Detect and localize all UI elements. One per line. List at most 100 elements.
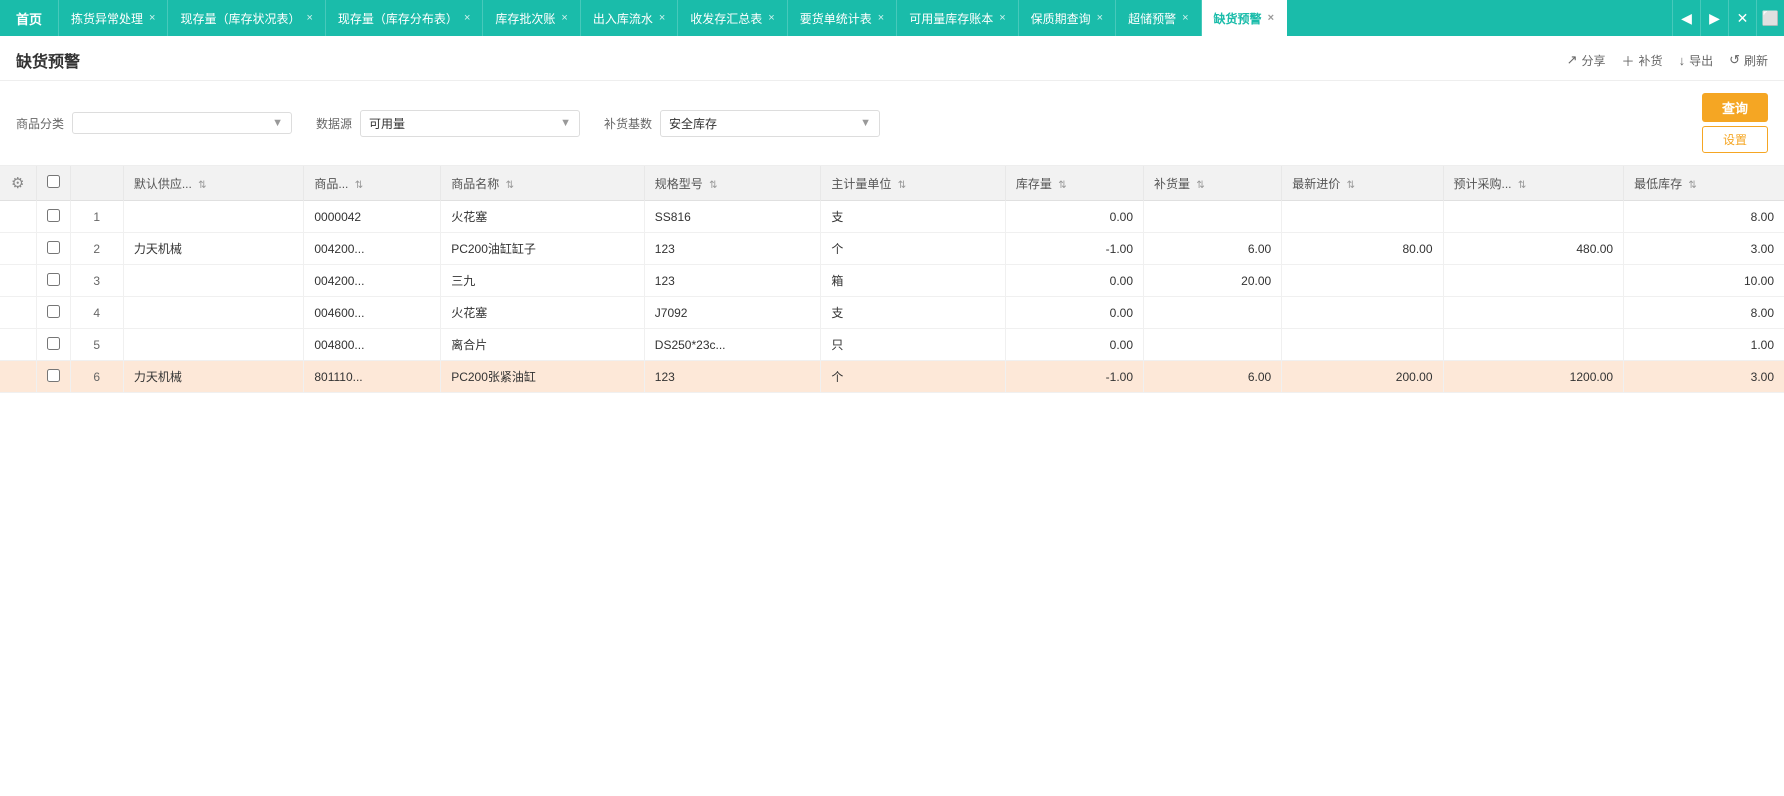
row-supplier-0 <box>123 201 304 233</box>
th-min-stock-label: 最低库存 <box>1634 177 1682 191</box>
replenish-base-select-value: 安全库存 <box>669 115 717 132</box>
settings-button[interactable]: 设置 <box>1702 126 1768 153</box>
row-supplier-5: 力天机械 <box>123 361 304 393</box>
est-purchase-sort-icon[interactable]: ⇅ <box>1518 180 1526 191</box>
row-name-5: PC200张紧油缸 <box>441 361 645 393</box>
row-checkbox-2[interactable] <box>47 273 60 286</box>
nav-tab-close-5[interactable]: × <box>768 12 774 24</box>
page-header: 缺货预警 ↗ 分享 ＋ 补货 ↓ 导出 ↺ 刷新 <box>0 36 1784 81</box>
nav-tab-label-9: 超储预警 <box>1128 10 1176 27</box>
replenish-base-select[interactable]: 安全库存 ▼ <box>660 110 880 137</box>
page-title: 缺货预警 <box>16 48 80 72</box>
row-latest-price-3 <box>1282 297 1443 329</box>
row-latest-price-5: 200.00 <box>1282 361 1443 393</box>
row-checkbox-5[interactable] <box>47 369 60 382</box>
row-supplier-1: 力天机械 <box>123 233 304 265</box>
min-stock-sort-icon[interactable]: ⇅ <box>1688 180 1696 191</box>
row-settings-cell <box>0 201 36 233</box>
nav-tab-5[interactable]: 收发存汇总表 × <box>678 0 787 36</box>
nav-next-button[interactable]: ▶ <box>1700 0 1728 36</box>
nav-tab-close-9[interactable]: × <box>1182 12 1188 24</box>
row-min-stock-3: 8.00 <box>1624 297 1784 329</box>
nav-tab-2[interactable]: 现存量（库存分布表） × <box>326 0 483 36</box>
replenish-base-label: 补货基数 <box>604 115 652 132</box>
nav-tab-close-7[interactable]: × <box>999 12 1005 24</box>
row-unit-1: 个 <box>821 233 1005 265</box>
row-stock-4: 0.00 <box>1005 329 1143 361</box>
nav-tab-7[interactable]: 可用量库存账本 × <box>897 0 1018 36</box>
select-all-checkbox[interactable] <box>47 175 60 188</box>
th-name-label: 商品名称 <box>451 177 499 191</box>
supplier-sort-icon[interactable]: ⇅ <box>198 180 206 191</box>
stock-sort-icon[interactable]: ⇅ <box>1058 180 1066 191</box>
row-checkbox-0[interactable] <box>47 209 60 222</box>
nav-tab-close-10[interactable]: × <box>1268 12 1274 24</box>
code-sort-icon[interactable]: ⇅ <box>355 180 363 191</box>
row-code-1: 004200... <box>304 233 441 265</box>
nav-tab-0[interactable]: 拣货异常处理 × <box>59 0 168 36</box>
nav-tab-close-4[interactable]: × <box>659 12 665 24</box>
nav-tab-4[interactable]: 出入库流水 × <box>581 0 678 36</box>
refresh-button[interactable]: ↺ 刷新 <box>1729 52 1768 69</box>
unit-sort-icon[interactable]: ⇅ <box>898 180 906 191</box>
nav-tab-label-10: 缺货预警 <box>1214 10 1262 27</box>
th-checkbox <box>36 166 70 201</box>
row-unit-0: 支 <box>821 201 1005 233</box>
row-num-2: 3 <box>70 265 123 297</box>
nav-tab-3[interactable]: 库存批次账 × <box>483 0 580 36</box>
replenish-sort-icon[interactable]: ⇅ <box>1196 180 1204 191</box>
nav-tab-label-2: 现存量（库存分布表） <box>338 10 458 27</box>
table-row[interactable]: 4 004600... 火花塞 J7092 支 0.00 8.00 <box>0 297 1784 329</box>
nav-tab-close-1[interactable]: × <box>306 12 312 24</box>
th-settings: ⚙ <box>0 166 36 201</box>
nav-tab-label-3: 库存批次账 <box>495 10 555 27</box>
nav-tab-close-3[interactable]: × <box>561 12 567 24</box>
latest-price-sort-icon[interactable]: ⇅ <box>1347 180 1355 191</box>
table-row[interactable]: 1 0000042 火花塞 SS816 支 0.00 8.00 <box>0 201 1784 233</box>
filter-actions: 查询 设置 <box>1702 93 1768 153</box>
nav-tab-close-0[interactable]: × <box>149 12 155 24</box>
nav-maximize-button[interactable]: ⬜ <box>1756 0 1784 36</box>
row-checkbox-1[interactable] <box>47 241 60 254</box>
row-num-5: 6 <box>70 361 123 393</box>
row-checkbox-cell <box>36 233 70 265</box>
query-button[interactable]: 查询 <box>1702 93 1768 122</box>
datasource-select[interactable]: 可用量 ▼ <box>360 110 580 137</box>
nav-tab-9[interactable]: 超储预警 × <box>1116 0 1201 36</box>
row-stock-2: 0.00 <box>1005 265 1143 297</box>
nav-tab-close-2[interactable]: × <box>464 12 470 24</box>
category-select[interactable]: ▼ <box>72 112 292 134</box>
nav-close-button[interactable]: ✕ <box>1728 0 1756 36</box>
spec-sort-icon[interactable]: ⇅ <box>709 180 717 191</box>
nav-tab-6[interactable]: 要货单统计表 × <box>788 0 897 36</box>
row-unit-2: 箱 <box>821 265 1005 297</box>
table-row[interactable]: 5 004800... 离合片 DS250*23c... 只 0.00 1.00 <box>0 329 1784 361</box>
row-replenish-0 <box>1144 201 1282 233</box>
nav-tab-8[interactable]: 保质期查询 × <box>1019 0 1116 36</box>
nav-tab-10[interactable]: 缺货预警 × <box>1202 0 1287 36</box>
nav-home-tab[interactable]: 首页 <box>0 0 59 36</box>
nav-tab-close-8[interactable]: × <box>1097 12 1103 24</box>
row-checkbox-4[interactable] <box>47 337 60 350</box>
row-est-purchase-4 <box>1443 329 1624 361</box>
share-button[interactable]: ↗ 分享 <box>1567 52 1606 69</box>
row-settings-cell <box>0 297 36 329</box>
header-actions: ↗ 分享 ＋ 补货 ↓ 导出 ↺ 刷新 <box>1567 51 1768 70</box>
table-row[interactable]: 3 004200... 三九 123 箱 0.00 20.00 10.00 <box>0 265 1784 297</box>
row-name-0: 火花塞 <box>441 201 645 233</box>
nav-tab-1[interactable]: 现存量（库存状况表） × <box>168 0 325 36</box>
table-row[interactable]: 2 力天机械 004200... PC200油缸缸子 123 个 -1.00 6… <box>0 233 1784 265</box>
nav-tab-close-6[interactable]: × <box>878 12 884 24</box>
nav-prev-button[interactable]: ◀ <box>1672 0 1700 36</box>
replenish-icon: ＋ <box>1622 51 1635 70</box>
gear-icon[interactable]: ⚙ <box>11 175 24 192</box>
row-checkbox-3[interactable] <box>47 305 60 318</box>
table-row[interactable]: 6 力天机械 801110... PC200张紧油缸 123 个 -1.00 6… <box>0 361 1784 393</box>
row-stock-3: 0.00 <box>1005 297 1143 329</box>
replenish-button[interactable]: ＋ 补货 <box>1622 51 1663 70</box>
th-stock: 库存量 ⇅ <box>1005 166 1143 201</box>
name-sort-icon[interactable]: ⇅ <box>506 180 514 191</box>
row-name-2: 三九 <box>441 265 645 297</box>
row-supplier-3 <box>123 297 304 329</box>
export-button[interactable]: ↓ 导出 <box>1679 52 1714 69</box>
